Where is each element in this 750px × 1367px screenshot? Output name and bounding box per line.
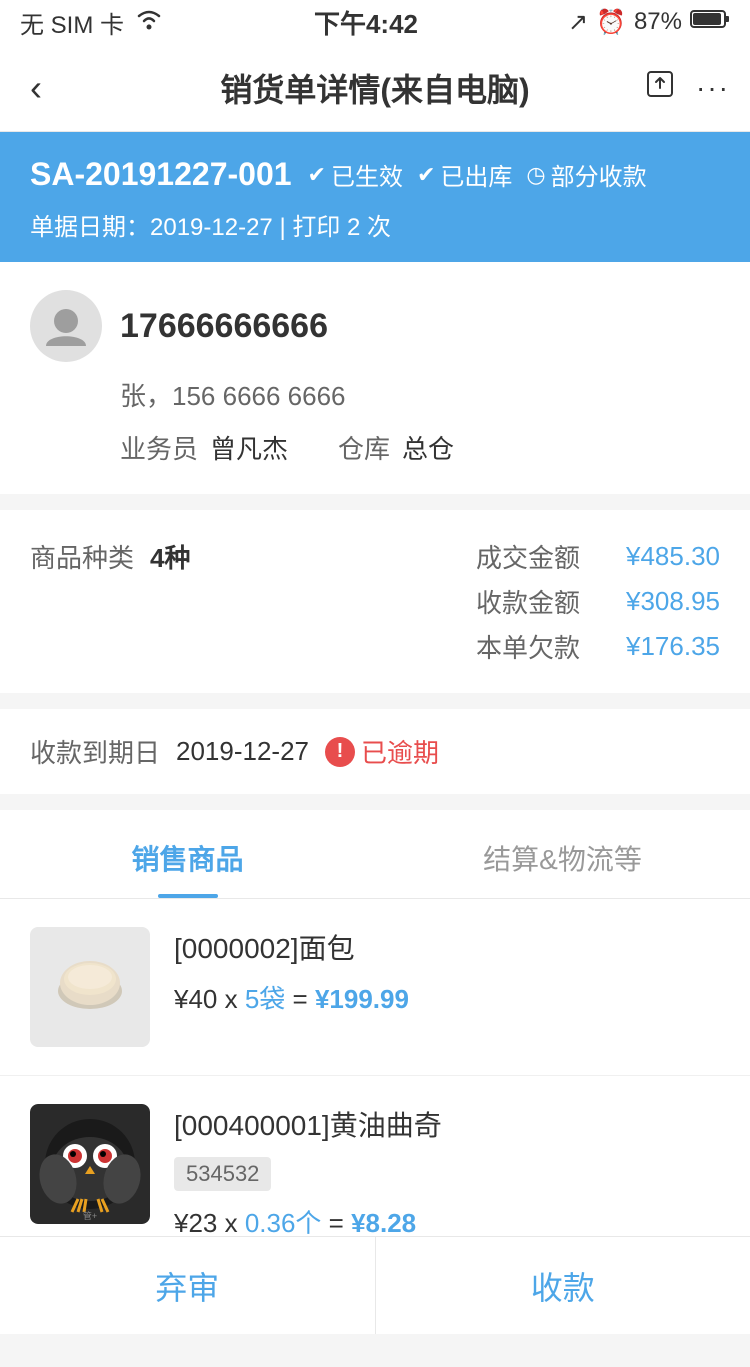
order-header-top: SA-20191227-001 ✔ 已生效 ✔ 已出库 ◷ 部分收款 <box>30 156 720 193</box>
battery-icon <box>690 8 730 37</box>
product-name-bread: [0000002]面包 <box>174 927 720 967</box>
status-left: 无 SIM 卡 <box>20 5 164 40</box>
abandon-review-button[interactable]: 弃审 <box>0 1237 376 1334</box>
product-image-owl: 管+ <box>30 1104 150 1224</box>
order-meta: 单据日期：2019-12-27 | 打印 2 次 <box>30 207 720 242</box>
bottom-bar: 弃审 收款 <box>0 1236 750 1334</box>
order-date: 单据日期：2019-12-27 <box>30 214 273 241</box>
stats-right: 成交金额 ¥485.30 收款金额 ¥308.95 本单欠款 ¥176.35 <box>476 538 720 665</box>
owed-amount-row: 本单欠款 ¥176.35 <box>476 628 720 665</box>
owed-amount-value: ¥176.35 <box>600 631 720 662</box>
product-price-bread: ¥40 x 5袋 = ¥199.99 <box>174 979 720 1016</box>
sim-text: 无 SIM 卡 <box>20 5 124 40</box>
clock-icon: ◷ <box>526 162 545 188</box>
warehouse-info: 仓库 总仓 <box>338 429 454 466</box>
product-price-cookies: ¥23 x 0.36个 = ¥8.28 <box>174 1203 720 1240</box>
stats-row: 商品种类 4种 成交金额 ¥485.30 收款金额 ¥308.95 本单欠款 ¥… <box>30 538 720 665</box>
collect-payment-button[interactable]: 收款 <box>376 1237 750 1334</box>
customer-info-row: 业务员 曾凡杰 仓库 总仓 <box>30 429 720 466</box>
product-details-bread: [0000002]面包 ¥40 x 5袋 = ¥199.99 <box>174 927 720 1016</box>
location-icon: ↗ <box>568 8 588 37</box>
equals: = <box>285 984 315 1014</box>
status-badges: ✔ 已生效 ✔ 已出库 ◷ 部分收款 <box>308 157 647 192</box>
more-icon[interactable]: ··· <box>696 72 730 104</box>
status-time: 下午4:42 <box>314 4 418 41</box>
order-print: | 打印 2 次 <box>279 214 391 241</box>
tabs-row: 销售商品 结算&物流等 <box>0 810 750 899</box>
deal-amount-row: 成交金额 ¥485.30 <box>476 538 720 575</box>
customer-section: 17666666666 张，156 6666 6666 业务员 曾凡杰 仓库 总… <box>0 262 750 494</box>
wifi-icon <box>134 8 164 37</box>
product-type-label: 商品种类 <box>30 538 134 575</box>
overdue-text: 已逾期 <box>361 733 439 770</box>
qty-highlight-2: 0.36个 <box>245 1208 322 1238</box>
due-section: 收款到期日 2019-12-27 ! 已逾期 <box>0 709 750 794</box>
check-icon-1: ✔ <box>308 162 326 188</box>
order-header: SA-20191227-001 ✔ 已生效 ✔ 已出库 ◷ 部分收款 单据日期：… <box>0 132 750 262</box>
receipt-amount-value: ¥308.95 <box>600 586 720 617</box>
tab-products[interactable]: 销售商品 <box>0 810 375 898</box>
tab-settlement[interactable]: 结算&物流等 <box>375 810 750 898</box>
salesperson-value: 曾凡杰 <box>210 429 288 466</box>
nav-bar: ‹ 销货单详情(来自电脑) ··· <box>0 44 750 132</box>
overdue-badge: ! 已逾期 <box>325 733 439 770</box>
salesperson-label: 业务员 <box>120 429 198 466</box>
check-icon-2: ✔ <box>417 162 435 188</box>
product-type-stat: 商品种类 4种 <box>30 538 190 575</box>
avatar <box>30 290 102 362</box>
price-base-2: ¥23 x <box>174 1208 245 1238</box>
due-date-value: 2019-12-27 <box>176 736 309 767</box>
receipt-amount-label: 收款金额 <box>476 583 580 620</box>
due-date-label: 收款到期日 <box>30 733 160 770</box>
product-badge-cookies: 534532 <box>174 1157 271 1191</box>
overdue-icon: ! <box>325 737 355 767</box>
stats-left: 商品种类 4种 <box>30 538 190 665</box>
price-base: ¥40 x <box>174 984 245 1014</box>
deal-amount-value: ¥485.30 <box>600 541 720 572</box>
equals-2: = <box>321 1208 351 1238</box>
product-image-bread <box>30 927 150 1047</box>
nav-right-actions: ··· <box>644 68 730 108</box>
svg-text:管+: 管+ <box>83 1210 97 1221</box>
nav-title: 销货单详情(来自电脑) <box>220 65 529 111</box>
back-button[interactable]: ‹ <box>20 57 52 119</box>
total-price-2: ¥8.28 <box>351 1208 416 1238</box>
badge-activated: ✔ 已生效 <box>308 157 403 192</box>
share-icon[interactable] <box>644 68 676 108</box>
tabs-section: 销售商品 结算&物流等 <box>0 810 750 899</box>
product-type-value: 4种 <box>150 538 190 575</box>
owed-amount-label: 本单欠款 <box>476 628 580 665</box>
warehouse-label: 仓库 <box>338 429 390 466</box>
order-id: SA-20191227-001 <box>30 156 292 193</box>
salesperson-info: 业务员 曾凡杰 <box>120 429 288 466</box>
battery-text: 87% <box>634 8 682 36</box>
status-bar: 无 SIM 卡 下午4:42 ↗ ⏰ 87% <box>0 0 750 44</box>
qty-highlight: 5袋 <box>245 984 285 1014</box>
total-price: ¥199.99 <box>315 984 409 1014</box>
badge-shipped: ✔ 已出库 <box>417 157 512 192</box>
customer-top: 17666666666 <box>30 290 720 362</box>
customer-name: 张，156 6666 6666 <box>30 376 720 413</box>
product-name-cookies: [000400001]黄油曲奇 <box>174 1104 720 1144</box>
warehouse-value: 总仓 <box>402 429 454 466</box>
customer-id: 17666666666 <box>120 307 328 346</box>
receipt-amount-row: 收款金额 ¥308.95 <box>476 583 720 620</box>
status-right: ↗ ⏰ 87% <box>568 8 730 37</box>
product-details-cookies: [000400001]黄油曲奇 534532 ¥23 x 0.36个 = ¥8.… <box>174 1104 720 1240</box>
badge-partial-payment: ◷ 部分收款 <box>526 157 646 192</box>
products-list: [0000002]面包 ¥40 x 5袋 = ¥199.99 <box>0 899 750 1269</box>
product-item: [0000002]面包 ¥40 x 5袋 = ¥199.99 <box>0 899 750 1076</box>
stats-section: 商品种类 4种 成交金额 ¥485.30 收款金额 ¥308.95 本单欠款 ¥… <box>0 510 750 693</box>
deal-amount-label: 成交金额 <box>476 538 580 575</box>
alarm-icon: ⏰ <box>596 8 626 37</box>
